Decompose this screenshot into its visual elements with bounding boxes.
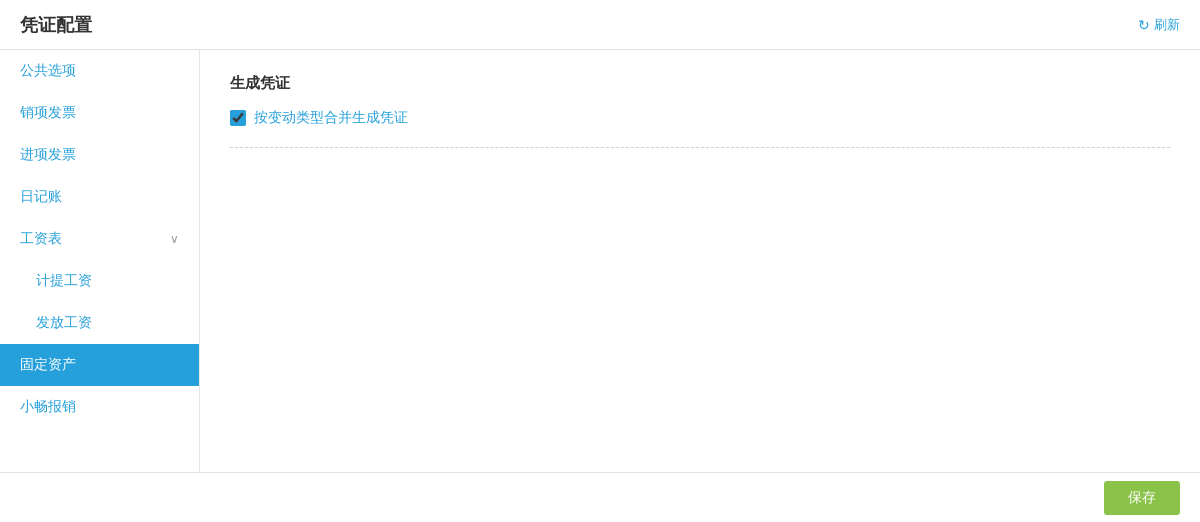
sidebar-item-label: 公共选项 xyxy=(20,62,76,80)
refresh-icon: ↻ xyxy=(1138,17,1150,33)
save-button[interactable]: 保存 xyxy=(1104,481,1180,515)
chevron-down-icon: ∨ xyxy=(170,232,179,246)
merge-by-type-checkbox[interactable] xyxy=(230,110,246,126)
refresh-button[interactable]: ↻ 刷新 xyxy=(1138,16,1180,34)
sidebar-item-payroll[interactable]: 工资表 ∨ xyxy=(0,218,199,260)
sidebar-item-label: 小畅报销 xyxy=(20,398,76,416)
merge-by-type-label[interactable]: 按变动类型合并生成凭证 xyxy=(254,109,408,127)
sidebar-item-label: 进项发票 xyxy=(20,146,76,164)
sidebar-item-label: 计提工资 xyxy=(36,272,92,290)
sidebar-item-purchase-invoice[interactable]: 进项发票 xyxy=(0,134,199,176)
page-title: 凭证配置 xyxy=(20,13,92,37)
header: 凭证配置 ↻ 刷新 xyxy=(0,0,1200,50)
content-area: 生成凭证 按变动类型合并生成凭证 xyxy=(200,50,1200,472)
sidebar: 公共选项销项发票进项发票日记账工资表 ∨ 计提工资发放工资固定资产小畅报销 xyxy=(0,50,200,472)
sidebar-item-public-options[interactable]: 公共选项 xyxy=(0,50,199,92)
sidebar-item-accrual-payroll[interactable]: 计提工资 xyxy=(0,260,199,302)
sidebar-item-label: 工资表 xyxy=(20,230,62,248)
sidebar-item-label: 发放工资 xyxy=(36,314,92,332)
sidebar-item-journal[interactable]: 日记账 xyxy=(0,176,199,218)
sidebar-item-label: 日记账 xyxy=(20,188,62,206)
section-title: 生成凭证 xyxy=(230,74,1170,93)
sidebar-item-label: 固定资产 xyxy=(20,356,76,374)
sidebar-item-sales-invoice[interactable]: 销项发票 xyxy=(0,92,199,134)
sidebar-item-label: 销项发票 xyxy=(20,104,76,122)
checkbox-row: 按变动类型合并生成凭证 xyxy=(230,109,1170,127)
section-divider xyxy=(230,147,1170,148)
sidebar-item-fixed-assets[interactable]: 固定资产 xyxy=(0,344,199,386)
refresh-label: 刷新 xyxy=(1154,16,1180,34)
sidebar-item-pay-payroll[interactable]: 发放工资 xyxy=(0,302,199,344)
main-layout: 公共选项销项发票进项发票日记账工资表 ∨ 计提工资发放工资固定资产小畅报销 生成凭证… xyxy=(0,50,1200,472)
sidebar-item-expense-report[interactable]: 小畅报销 xyxy=(0,386,199,428)
footer: 保存 xyxy=(0,472,1200,522)
